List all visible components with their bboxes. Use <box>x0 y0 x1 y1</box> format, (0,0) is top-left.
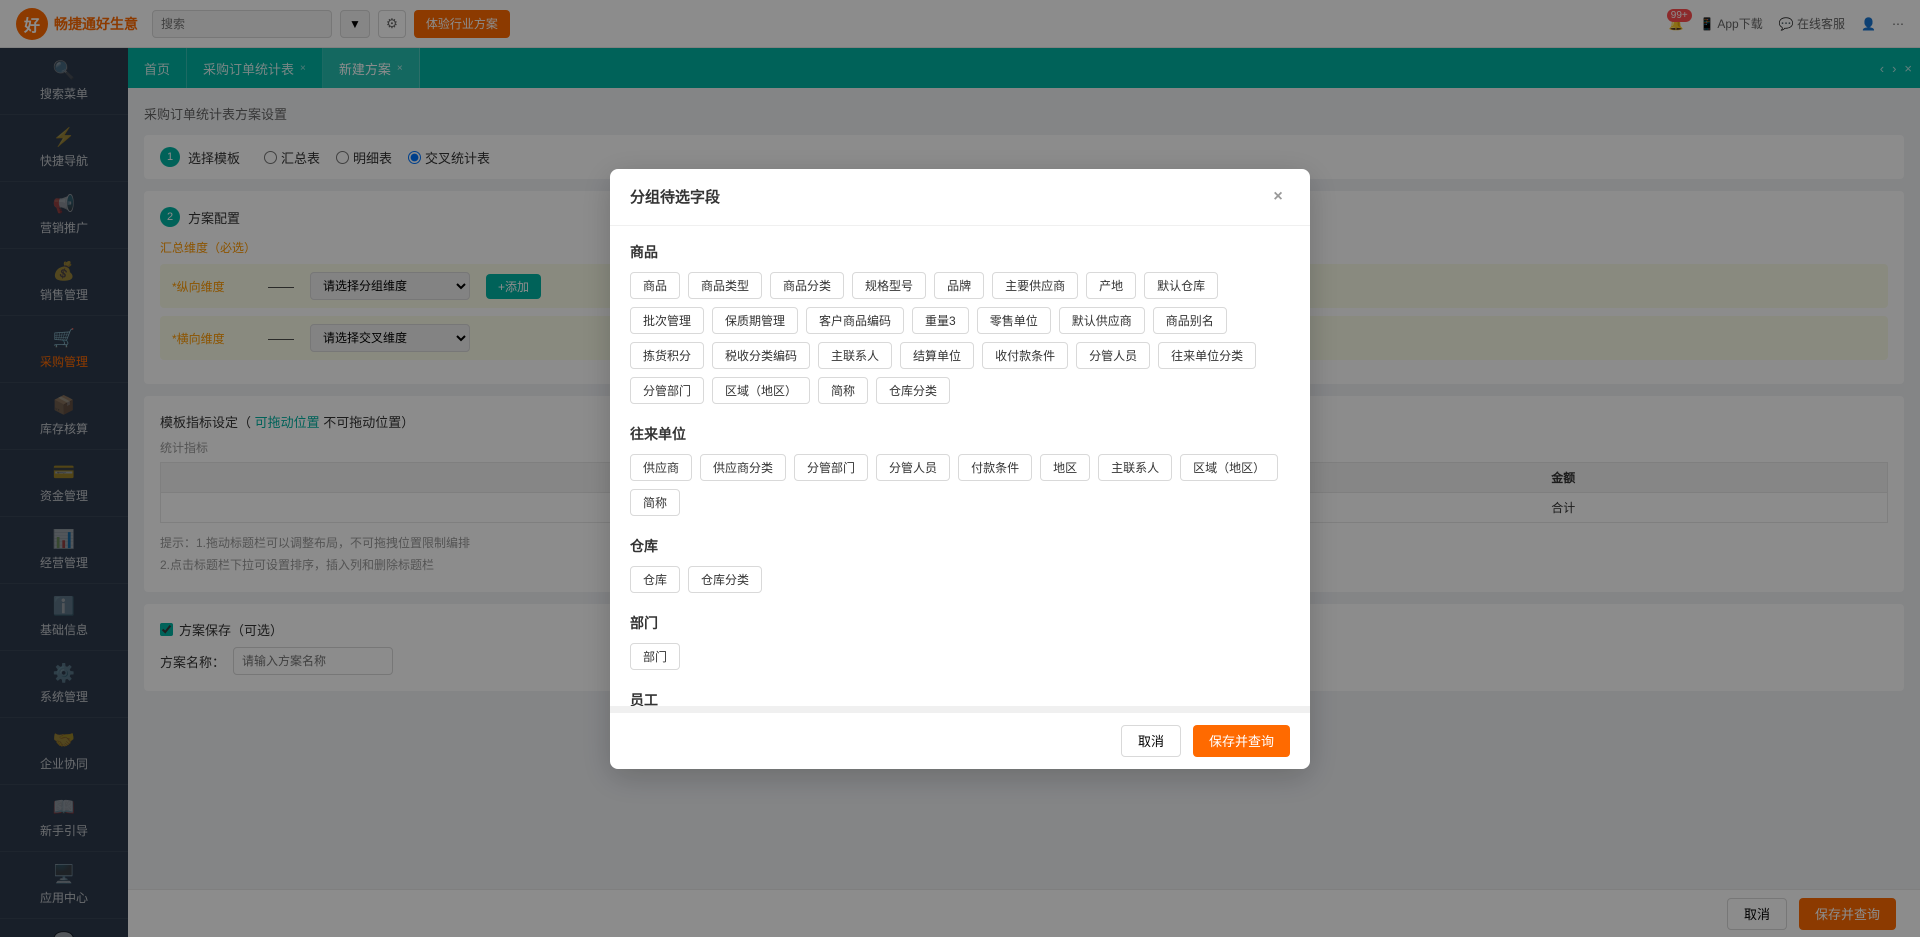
field-tag-warehouse-cat[interactable]: 仓库分类 <box>688 566 762 593</box>
field-tag-supplier-category[interactable]: 供应商分类 <box>700 454 786 481</box>
field-tag-region[interactable]: 区域（地区） <box>712 377 810 404</box>
modal-footer: 取消 保存并查询 <box>610 712 1310 769</box>
field-tag-partner-dept[interactable]: 分管部门 <box>794 454 868 481</box>
field-tag-batch-mgmt[interactable]: 批次管理 <box>630 307 704 334</box>
field-tag-main-contact[interactable]: 主联系人 <box>818 342 892 369</box>
field-group-staff: 员工 业务员 <box>630 690 1290 706</box>
field-tag-product[interactable]: 商品 <box>630 272 680 299</box>
field-tag-tax-code[interactable]: 税收分类编码 <box>712 342 810 369</box>
field-tag-supplier[interactable]: 供应商 <box>630 454 692 481</box>
field-tag-partner-payment[interactable]: 付款条件 <box>958 454 1032 481</box>
field-group-dept-title: 部门 <box>630 613 1290 633</box>
field-tag-settlement-unit[interactable]: 结算单位 <box>900 342 974 369</box>
modal-save-button[interactable]: 保存并查询 <box>1193 725 1290 757</box>
field-tag-dept[interactable]: 部门 <box>630 643 680 670</box>
field-tag-partner-area[interactable]: 区域（地区） <box>1180 454 1278 481</box>
field-tag-payment-terms[interactable]: 收付款条件 <box>982 342 1068 369</box>
field-group-product: 商品 商品 商品类型 商品分类 规格型号 品牌 主要供应商 产地 默认仓库 批次… <box>630 242 1290 404</box>
field-tag-main-supplier[interactable]: 主要供应商 <box>992 272 1078 299</box>
field-tag-manage-dept[interactable]: 分管部门 <box>630 377 704 404</box>
field-tag-product-type[interactable]: 商品类型 <box>688 272 762 299</box>
field-tag-partner-region[interactable]: 地区 <box>1040 454 1090 481</box>
field-group-partner-title: 往来单位 <box>630 424 1290 444</box>
field-select-modal: 分组待选字段 × 商品 商品 商品类型 商品分类 规格型号 品牌 主要供应商 产… <box>610 169 1310 769</box>
field-tag-customer-product-code[interactable]: 客户商品编码 <box>806 307 904 334</box>
modal-body: 商品 商品 商品类型 商品分类 规格型号 品牌 主要供应商 产地 默认仓库 批次… <box>610 226 1310 706</box>
field-group-staff-title: 员工 <box>630 690 1290 706</box>
field-tag-spec-model[interactable]: 规格型号 <box>852 272 926 299</box>
field-tag-brand[interactable]: 品牌 <box>934 272 984 299</box>
field-tag-warehouse[interactable]: 仓库 <box>630 566 680 593</box>
field-group-warehouse-title: 仓库 <box>630 536 1290 556</box>
field-tags-warehouse: 仓库 仓库分类 <box>630 566 1290 593</box>
field-tag-partner-contact[interactable]: 主联系人 <box>1098 454 1172 481</box>
field-group-partner: 往来单位 供应商 供应商分类 分管部门 分管人员 付款条件 地区 主联系人 区域… <box>630 424 1290 516</box>
field-tag-weight3[interactable]: 重量3 <box>912 307 969 334</box>
field-tag-retail-unit[interactable]: 零售单位 <box>977 307 1051 334</box>
field-tags-partner: 供应商 供应商分类 分管部门 分管人员 付款条件 地区 主联系人 区域（地区） … <box>630 454 1290 516</box>
field-tag-partner-category[interactable]: 往来单位分类 <box>1158 342 1256 369</box>
modal-header: 分组待选字段 × <box>610 169 1310 226</box>
modal-cancel-button[interactable]: 取消 <box>1121 725 1181 757</box>
field-tag-warehouse-category[interactable]: 仓库分类 <box>876 377 950 404</box>
field-tag-expiry-mgmt[interactable]: 保质期管理 <box>712 307 798 334</box>
field-tag-short-name[interactable]: 简称 <box>818 377 868 404</box>
field-group-warehouse: 仓库 仓库 仓库分类 <box>630 536 1290 593</box>
field-tag-default-warehouse[interactable]: 默认仓库 <box>1144 272 1218 299</box>
field-group-dept: 部门 部门 <box>630 613 1290 670</box>
field-group-product-title: 商品 <box>630 242 1290 262</box>
field-tag-product-category[interactable]: 商品分类 <box>770 272 844 299</box>
modal-overlay: 分组待选字段 × 商品 商品 商品类型 商品分类 规格型号 品牌 主要供应商 产… <box>0 0 1920 937</box>
field-tag-manager-staff[interactable]: 分管人员 <box>1076 342 1150 369</box>
field-tag-product-alias[interactable]: 商品别名 <box>1153 307 1227 334</box>
modal-title: 分组待选字段 <box>630 186 720 207</box>
field-tag-default-supplier[interactable]: 默认供应商 <box>1059 307 1145 334</box>
modal-close-button[interactable]: × <box>1266 185 1290 209</box>
field-tag-partner-staff[interactable]: 分管人员 <box>876 454 950 481</box>
field-tags-product: 商品 商品类型 商品分类 规格型号 品牌 主要供应商 产地 默认仓库 批次管理 … <box>630 272 1290 404</box>
field-tag-partner-short[interactable]: 简称 <box>630 489 680 516</box>
field-tag-origin[interactable]: 产地 <box>1086 272 1136 299</box>
field-tag-pick-points[interactable]: 拣货积分 <box>630 342 704 369</box>
field-tags-dept: 部门 <box>630 643 1290 670</box>
